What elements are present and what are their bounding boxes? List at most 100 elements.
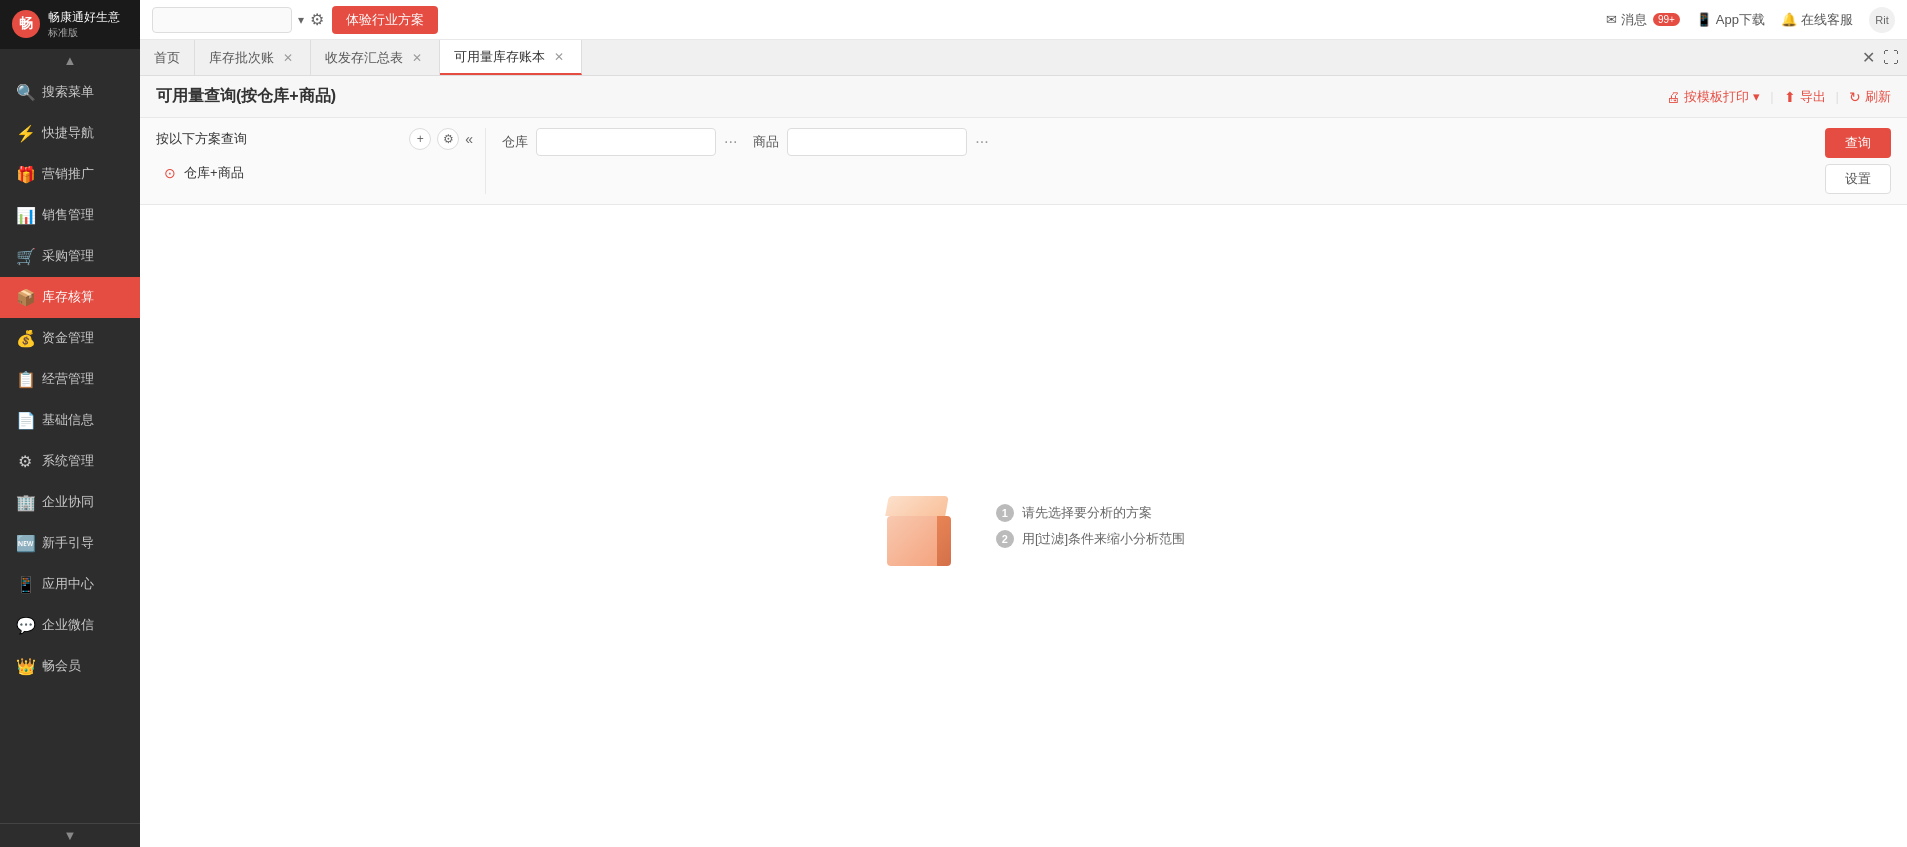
box-face [937, 516, 951, 566]
query-btn-area: 查询 设置 [1825, 128, 1891, 194]
sidebar-item-basic[interactable]: 📄 基础信息 [0, 400, 140, 441]
sidebar-item-label: 系统管理 [42, 452, 94, 470]
brand-logo: 畅 [12, 10, 40, 38]
sidebar-item-search[interactable]: 🔍 搜索菜单 [0, 72, 140, 113]
trial-btn[interactable]: 体验行业方案 [332, 6, 438, 34]
tab-batch-account[interactable]: 库存批次账 ✕ [195, 40, 311, 75]
sidebar-item-operation[interactable]: 📋 经营管理 [0, 359, 140, 400]
message-badge: 99+ [1653, 13, 1680, 26]
goods-input[interactable] [787, 128, 967, 156]
sidebar-item-app-center[interactable]: 📱 应用中心 [0, 564, 140, 605]
tab-label: 可用量库存账本 [454, 48, 545, 66]
empty-hints: 1 请先选择要分析的方案 2 用[过滤]条件来缩小分析范围 [996, 504, 1185, 548]
member-icon: 👑 [16, 657, 34, 676]
query-button[interactable]: 查询 [1825, 128, 1891, 158]
sidebar-item-purchase[interactable]: 🛒 采购管理 [0, 236, 140, 277]
topbar-user[interactable]: Rit [1869, 7, 1895, 33]
tab-close-receive[interactable]: ✕ [409, 50, 425, 66]
page-title: 可用量查询(按仓库+商品) [156, 86, 336, 107]
topbar-gear-icon[interactable]: ⚙ [310, 10, 324, 29]
goods-more-btn[interactable]: ··· [975, 133, 988, 151]
topbar: ▾ ⚙ 体验行业方案 ✉ 消息 99+ 📱 App下载 🔔 在线客服 Rit [140, 0, 1907, 40]
inventory-icon: 📦 [16, 288, 34, 307]
operation-icon: 📋 [16, 370, 34, 389]
scheme-add-btn[interactable]: + [409, 128, 431, 150]
tab-close-batch[interactable]: ✕ [280, 50, 296, 66]
brand-text: 畅康通好生意 标准版 [48, 10, 120, 39]
export-btn[interactable]: ⬆ 导出 [1784, 88, 1826, 106]
sidebar-item-label: 经营管理 [42, 370, 94, 388]
sidebar-header: 畅 畅康通好生意 标准版 [0, 0, 140, 49]
search-icon: 🔍 [16, 83, 34, 102]
sidebar-item-label: 畅会员 [42, 657, 81, 675]
sidebar-item-sales[interactable]: 📊 销售管理 [0, 195, 140, 236]
query-area: 按以下方案查询 + ⚙ « ⊙ 仓库+商品 仓库 ··· [140, 118, 1907, 205]
page-content: 可用量查询(按仓库+商品) 🖨 按模板打印 ▾ | ⬆ 导出 | ↻ 刷新 [140, 76, 1907, 847]
hint-text-1: 请先选择要分析的方案 [1022, 504, 1152, 522]
sidebar-item-member[interactable]: 👑 畅会员 [0, 646, 140, 687]
query-scheme-panel: 按以下方案查询 + ⚙ « ⊙ 仓库+商品 [156, 128, 486, 194]
export-label: 导出 [1800, 88, 1826, 106]
topbar-message[interactable]: ✉ 消息 99+ [1606, 11, 1680, 29]
scheme-collapse-btn[interactable]: « [465, 131, 473, 147]
sidebar-item-label: 销售管理 [42, 206, 94, 224]
topbar-dropdown-btn[interactable]: ▾ [298, 13, 304, 27]
sidebar-scroll-up[interactable]: ▲ [0, 49, 140, 72]
sidebar-item-system[interactable]: ⚙ 系统管理 [0, 441, 140, 482]
scheme-settings-btn[interactable]: ⚙ [437, 128, 459, 150]
topbar-app-download[interactable]: 📱 App下载 [1696, 11, 1765, 29]
goods-label: 商品 [753, 133, 779, 151]
scheme-item[interactable]: ⊙ 仓库+商品 [156, 158, 473, 188]
page-header-actions: 🖨 按模板打印 ▾ | ⬆ 导出 | ↻ 刷新 [1666, 88, 1891, 106]
tabbar: 首页 库存批次账 ✕ 收发存汇总表 ✕ 可用量库存账本 ✕ ✕ ⛶ [140, 40, 1907, 76]
sidebar-item-label: 新手引导 [42, 534, 94, 552]
basic-icon: 📄 [16, 411, 34, 430]
sidebar-item-quick-nav[interactable]: ⚡ 快捷导航 [0, 113, 140, 154]
tab-home[interactable]: 首页 [140, 40, 195, 75]
topbar-online-service[interactable]: 🔔 在线客服 [1781, 11, 1853, 29]
sidebar-item-label: 库存核算 [42, 288, 94, 306]
message-label: 消息 [1621, 11, 1647, 29]
export-icon: ⬆ [1784, 89, 1796, 105]
sales-icon: 📊 [16, 206, 34, 225]
sidebar-scroll-down[interactable]: ▼ [0, 823, 140, 847]
sidebar-item-label: 企业微信 [42, 616, 94, 634]
sidebar: 畅 畅康通好生意 标准版 ▲ 🔍 搜索菜单 ⚡ 快捷导航 🎁 营销推广 📊 销售… [0, 0, 140, 847]
tabbar-expand-icon[interactable]: ⛶ [1883, 49, 1899, 67]
service-icon: 🔔 [1781, 12, 1797, 27]
setting-button[interactable]: 设置 [1825, 164, 1891, 194]
sidebar-item-label: 企业协同 [42, 493, 94, 511]
empty-illustration [862, 471, 972, 581]
topbar-search-input[interactable] [152, 7, 292, 33]
tab-available-ledger[interactable]: 可用量库存账本 ✕ [440, 40, 582, 75]
topbar-right: ✉ 消息 99+ 📱 App下载 🔔 在线客服 Rit [1606, 7, 1895, 33]
quick-nav-icon: ⚡ [16, 124, 34, 143]
empty-state: 1 请先选择要分析的方案 2 用[过滤]条件来缩小分析范围 [140, 205, 1907, 847]
topbar-search-area: ▾ ⚙ [152, 7, 324, 33]
print-btn[interactable]: 🖨 按模板打印 ▾ [1666, 88, 1760, 106]
scheme-item-icon: ⊙ [164, 165, 176, 181]
box-top [885, 496, 949, 516]
message-icon: ✉ [1606, 12, 1617, 27]
scheme-label: 按以下方案查询 [156, 130, 247, 148]
sidebar-item-wechat[interactable]: 💬 企业微信 [0, 605, 140, 646]
print-dropdown-icon[interactable]: ▾ [1753, 89, 1760, 104]
filter-goods-group: 商品 ··· [753, 128, 988, 156]
sidebar-item-guide[interactable]: 🆕 新手引导 [0, 523, 140, 564]
sidebar-item-marketing[interactable]: 🎁 营销推广 [0, 154, 140, 195]
tab-receive-summary[interactable]: 收发存汇总表 ✕ [311, 40, 440, 75]
scheme-actions: + ⚙ « [409, 128, 473, 150]
filter-area: 仓库 ··· 商品 ··· 查询 设置 [486, 128, 1891, 194]
tab-close-available[interactable]: ✕ [551, 49, 567, 65]
sidebar-item-inventory[interactable]: 📦 库存核算 [0, 277, 140, 318]
box-icon [877, 486, 957, 566]
filter-warehouse-group: 仓库 ··· [502, 128, 737, 156]
tabbar-close-icon[interactable]: ✕ [1862, 48, 1875, 67]
warehouse-input[interactable] [536, 128, 716, 156]
main-area: ▾ ⚙ 体验行业方案 ✉ 消息 99+ 📱 App下载 🔔 在线客服 Rit [140, 0, 1907, 847]
print-icon: 🖨 [1666, 89, 1680, 105]
sidebar-item-finance[interactable]: 💰 资金管理 [0, 318, 140, 359]
refresh-btn[interactable]: ↻ 刷新 [1849, 88, 1891, 106]
sidebar-item-enterprise[interactable]: 🏢 企业协同 [0, 482, 140, 523]
warehouse-more-btn[interactable]: ··· [724, 133, 737, 151]
